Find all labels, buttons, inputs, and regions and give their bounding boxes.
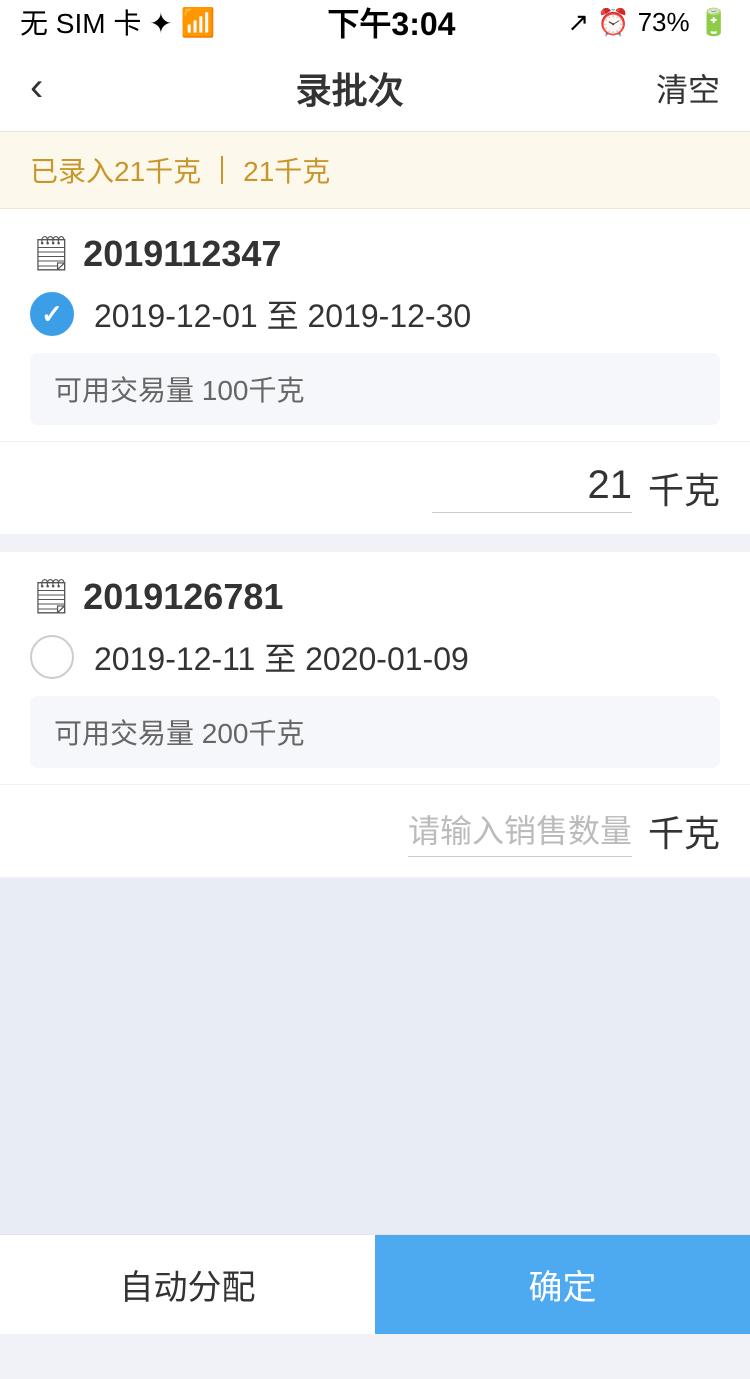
batch-1-date-row[interactable]: 2019-12-01 至 2019-12-30	[0, 291, 750, 353]
batch-1-quantity-row: 21 千克	[0, 441, 750, 534]
bottom-bar: 自动分配 确定	[0, 1234, 750, 1334]
status-left: 无 SIM 卡 ✦ 📶	[20, 2, 215, 42]
status-right: ↗ ⏰ 73% 🔋	[567, 7, 730, 38]
location-icon: ↗	[567, 7, 589, 38]
wifi-icon: 📶	[181, 6, 216, 39]
battery-label: 73%	[638, 7, 690, 38]
batch-2-header: 🗒 2019126781	[0, 552, 750, 634]
batch-2-quantity-row: 请输入销售数量 千克	[0, 784, 750, 877]
batch-1-quantity-underline: 21	[432, 463, 632, 513]
batch-1-radio[interactable]	[30, 292, 74, 336]
batch-2-date-row[interactable]: 2019-12-11 至 2020-01-09	[0, 634, 750, 696]
batch-1-number: 2019112347	[83, 233, 281, 275]
batch-1-unit: 千克	[648, 462, 720, 514]
confirm-button[interactable]: 确定	[375, 1235, 750, 1334]
recorded-label: 已录入21千克	[30, 150, 201, 190]
batch-2-icon: 🗒	[30, 577, 73, 617]
empty-area	[0, 879, 750, 1279]
batch-1-icon: 🗒	[30, 234, 73, 274]
page-title: 录批次	[296, 62, 404, 114]
clear-button[interactable]: 清空	[656, 65, 720, 111]
alarm-icon: ⏰	[597, 7, 629, 38]
batch-2-availability: 可用交易量 200千克	[30, 696, 720, 768]
batch-2-number: 2019126781	[83, 576, 283, 618]
nav-bar: ‹ 录批次 清空	[0, 44, 750, 132]
battery-icon: 🔋	[698, 7, 730, 38]
card-divider-1	[0, 536, 750, 552]
batch-2-quantity-placeholder[interactable]: 请输入销售数量	[408, 806, 632, 852]
batch-1-availability: 可用交易量 100千克	[30, 353, 720, 425]
batch-2-card: 🗒 2019126781 2019-12-11 至 2020-01-09 可用交…	[0, 552, 750, 877]
batch-2-date-range: 2019-12-11 至 2020-01-09	[94, 634, 469, 680]
back-button[interactable]: ‹	[30, 65, 43, 110]
batch-1-header: 🗒 2019112347	[0, 209, 750, 291]
banner-divider	[221, 156, 223, 184]
batch-2-radio[interactable]	[30, 635, 74, 679]
main-content: 已录入21千克 21千克 🗒 2019112347 2019-12-01 至 2…	[0, 132, 750, 1379]
status-bar: 无 SIM 卡 ✦ 📶 下午3:04 ↗ ⏰ 73% 🔋	[0, 0, 750, 44]
batch-2-quantity-underline: 请输入销售数量	[408, 806, 632, 857]
sim-label: 无 SIM 卡 ✦	[20, 2, 173, 42]
info-banner: 已录入21千克 21千克	[0, 132, 750, 209]
status-time: 下午3:04	[327, 0, 455, 45]
batch-1-date-range: 2019-12-01 至 2019-12-30	[94, 291, 471, 337]
auto-distribute-button[interactable]: 自动分配	[0, 1235, 375, 1334]
batch-2-unit: 千克	[648, 805, 720, 857]
batch-1-quantity-value[interactable]: 21	[552, 463, 632, 508]
value-label: 21千克	[243, 150, 330, 190]
batch-1-card: 🗒 2019112347 2019-12-01 至 2019-12-30 可用交…	[0, 209, 750, 534]
